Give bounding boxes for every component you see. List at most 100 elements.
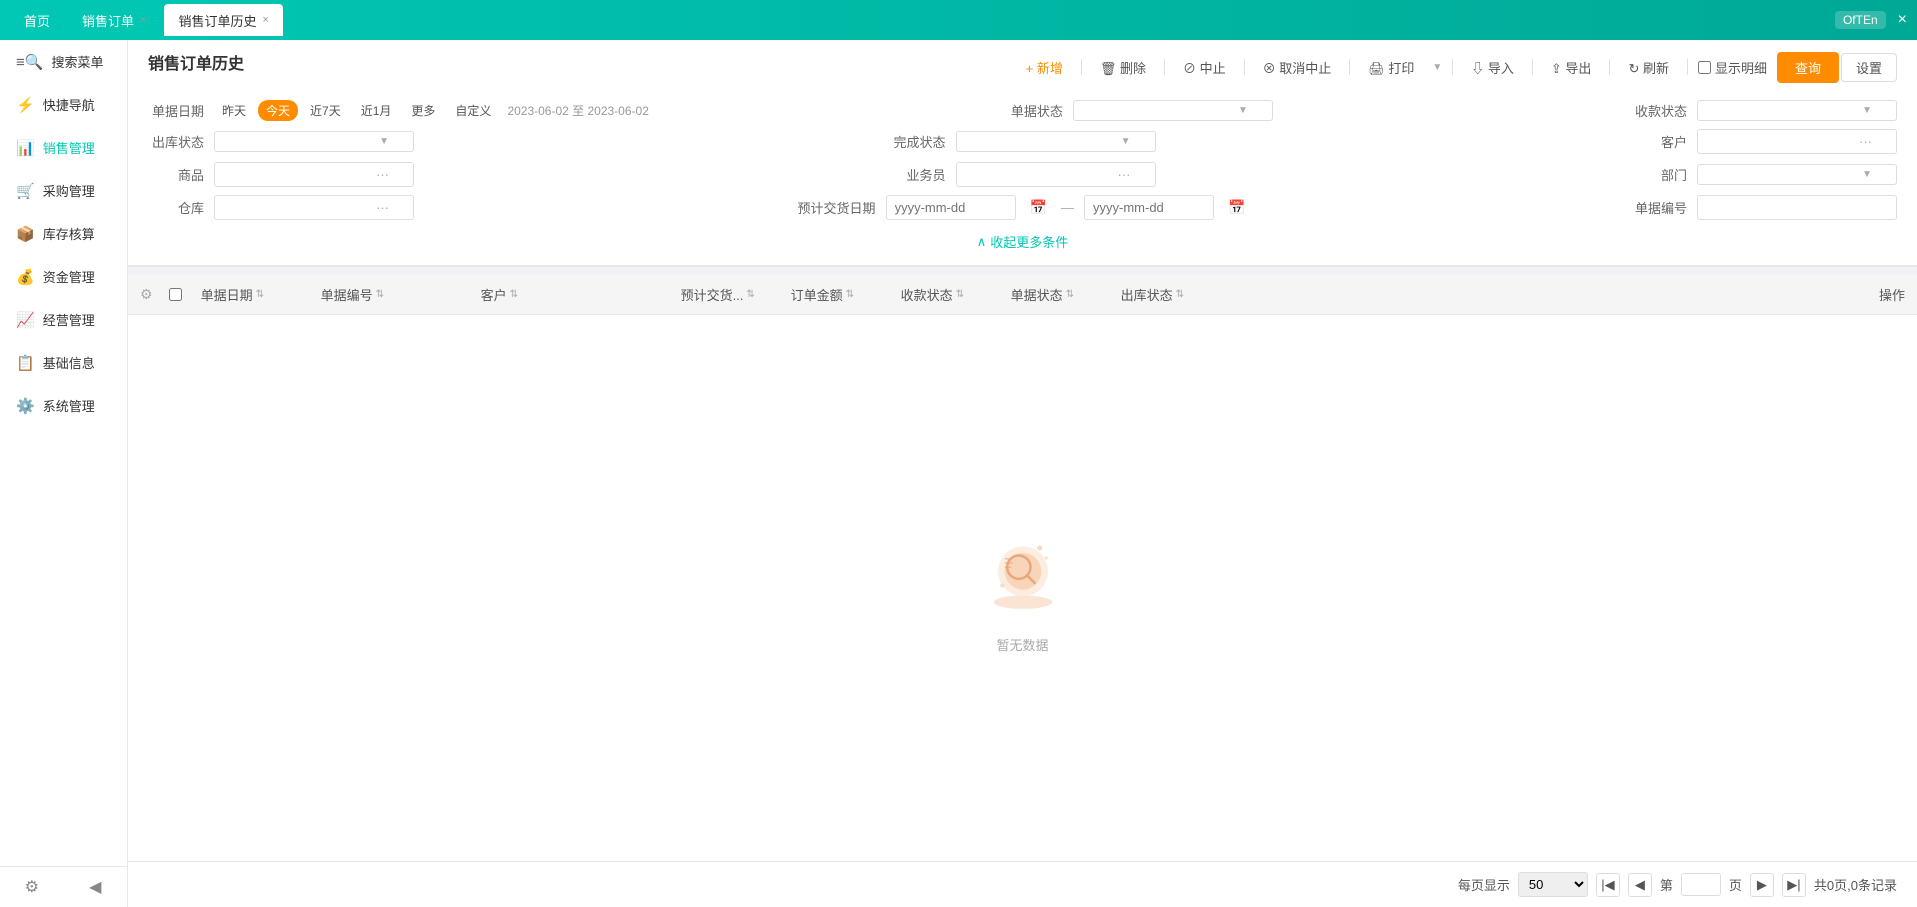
page-size-label: 每页显示 <box>1458 875 1510 894</box>
display-detail-checkbox[interactable]: 显示明细 <box>1698 58 1767 77</box>
tab-sales-order[interactable]: 销售订单 × <box>68 4 160 36</box>
calendar-to-icon: 📅 <box>1224 199 1249 216</box>
th-order-status: 单据状态 ⇅ <box>1003 277 1113 312</box>
warehouse-label: 仓库 <box>148 198 204 217</box>
close-sales-order-tab[interactable]: × <box>140 14 146 26</box>
pay-status-label: 收款状态 <box>1631 101 1687 120</box>
sidebar-item-purchase-mgmt[interactable]: 🛒 采购管理 <box>0 169 127 212</box>
th-out-status: 出库状态 ⇅ <box>1113 277 1223 312</box>
tab-home[interactable]: 首页 <box>10 4 64 36</box>
out-status-caret: ▼ <box>379 136 389 147</box>
date-btn-1month[interactable]: 近1月 <box>353 100 400 121</box>
prev-page-button[interactable]: ◀ <box>1628 873 1652 897</box>
first-page-button[interactable]: |◀ <box>1596 873 1620 897</box>
page-number-input[interactable]: 1 <box>1681 873 1721 896</box>
close-history-tab[interactable]: × <box>262 14 268 26</box>
stop-button[interactable]: ⊘ 中止 <box>1175 54 1234 81</box>
sidebar-item-operations[interactable]: 📈 经营管理 <box>0 298 127 341</box>
sidebar: ≡🔍 搜索菜单 ⚡ 快捷导航 📊 销售管理 🛒 采购管理 📦 库存核算 💰 资金… <box>0 40 128 907</box>
out-status-select[interactable]: ▼ <box>214 131 414 152</box>
pay-status-caret: ▼ <box>1862 105 1872 116</box>
export-button[interactable]: ⇪ 导出 <box>1543 54 1600 81</box>
toolbar: + 新增 🗑 删除 ⊘ 中止 ⊗ 取消中止 🖨 打印 ▼ ⇩ 导入 ⇪ 导出 ↻ <box>1018 52 1897 83</box>
out-status-label: 出库状态 <box>148 132 204 151</box>
sidebar-item-finance[interactable]: 💰 资金管理 <box>0 255 127 298</box>
date-range-text: 2023-06-02 至 2023-06-02 <box>507 102 648 119</box>
date-to-input[interactable] <box>1084 195 1214 220</box>
next-page-button[interactable]: ▶ <box>1750 873 1774 897</box>
search-menu-icon: ≡🔍 <box>16 53 43 71</box>
pay-status-select[interactable]: ▼ <box>1697 100 1897 121</box>
page-size-select[interactable]: 50 20 100 <box>1518 872 1588 897</box>
sort-date-icon[interactable]: ⇅ <box>256 289 264 300</box>
th-amount: 订单金额 ⇅ <box>783 277 893 312</box>
sidebar-collapse-button[interactable]: ◀ <box>64 867 128 907</box>
goods-input[interactable]: ··· <box>214 162 414 187</box>
sidebar-item-quick-nav[interactable]: ⚡ 快捷导航 <box>0 83 127 126</box>
sort-customer-icon[interactable]: ⇅ <box>510 289 518 300</box>
empty-icon <box>973 523 1073 623</box>
filter-row-3: 商品 ··· 业务员 ··· 部门 ▼ <box>148 162 1897 187</box>
table-area: ⚙ 单据日期 ⇅ 单据编号 ⇅ 客户 ⇅ 预计交货... <box>128 275 1917 861</box>
salesperson-input[interactable]: ··· <box>956 162 1156 187</box>
th-customer: 客户 ⇅ <box>473 277 673 312</box>
refresh-button[interactable]: ↻ 刷新 <box>1620 54 1677 81</box>
sort-delivery-icon[interactable]: ⇅ <box>746 289 754 300</box>
collapse-more-button[interactable]: ∧ 收起更多条件 <box>148 228 1897 255</box>
table-header: ⚙ 单据日期 ⇅ 单据编号 ⇅ 客户 ⇅ 预计交货... <box>128 275 1917 315</box>
date-buttons-group: 昨天 今天 近7天 近1月 更多 自定义 2023-06-02 至 2023-0… <box>214 100 649 121</box>
collapse-icon: ∧ <box>977 234 987 250</box>
date-btn-custom[interactable]: 自定义 <box>447 100 499 121</box>
sidebar-item-base-info[interactable]: 📋 基础信息 <box>0 341 127 384</box>
filter-row-4: 仓库 ··· 预计交货日期 📅 — 📅 单据编号 <box>148 195 1897 220</box>
purchase-mgmt-icon: 🛒 <box>16 182 35 200</box>
pagination: 每页显示 50 20 100 |◀ ◀ 第 1 页 ▶ ▶| 共0页,0条记录 <box>128 861 1917 907</box>
calendar-from-icon: 📅 <box>1026 199 1051 216</box>
date-from-input[interactable] <box>886 195 1016 220</box>
sidebar-item-sys-mgmt[interactable]: ⚙️ 系统管理 <box>0 384 127 427</box>
cancel-button[interactable]: ⊗ 取消中止 <box>1255 54 1340 81</box>
sidebar-settings-button[interactable]: ⚙ <box>0 867 64 907</box>
topbar-close-button[interactable]: × <box>1898 11 1907 29</box>
date-btn-more[interactable]: 更多 <box>403 100 443 121</box>
import-button[interactable]: ⇩ 导入 <box>1463 54 1522 81</box>
delete-button[interactable]: 🗑 删除 <box>1092 54 1154 81</box>
filter-row-2: 出库状态 ▼ 完成状态 ▼ 客户 ··· <box>148 129 1897 154</box>
warehouse-input[interactable]: ··· <box>214 195 414 220</box>
order-no-input[interactable] <box>1697 195 1897 220</box>
sidebar-item-sales-mgmt[interactable]: 📊 销售管理 <box>0 126 127 169</box>
dept-select[interactable]: ▼ <box>1697 164 1897 185</box>
select-all-checkbox[interactable] <box>169 288 182 301</box>
order-status-select[interactable]: ▼ <box>1073 100 1273 121</box>
sidebar-bottom: ⚙ ◀ <box>0 866 127 907</box>
sidebar-item-search-menu[interactable]: ≡🔍 搜索菜单 <box>0 40 127 83</box>
date-btn-yesterday[interactable]: 昨天 <box>214 100 254 121</box>
quick-nav-icon: ⚡ <box>16 96 35 114</box>
last-page-button[interactable]: ▶| <box>1782 873 1806 897</box>
sort-num-icon[interactable]: ⇅ <box>376 289 384 300</box>
complete-status-select[interactable]: ▼ <box>956 131 1156 152</box>
complete-status-caret: ▼ <box>1121 136 1131 147</box>
sales-mgmt-icon: 📊 <box>16 139 35 157</box>
sort-amount-icon[interactable]: ⇅ <box>846 289 854 300</box>
customer-input[interactable]: ··· <box>1697 129 1897 154</box>
th-checkbox[interactable] <box>161 280 193 309</box>
page-title: 销售订单历史 <box>148 50 244 74</box>
sidebar-item-inventory[interactable]: 📦 库存核算 <box>0 212 127 255</box>
order-no-label: 单据编号 <box>1631 198 1687 217</box>
date-btn-7days[interactable]: 近7天 <box>302 100 349 121</box>
th-delivery: 预计交货... ⇅ <box>673 277 783 312</box>
often-label[interactable]: OfTEn <box>1835 11 1886 29</box>
query-button[interactable]: 查询 <box>1777 52 1839 83</box>
tab-sales-order-history[interactable]: 销售订单历史 × <box>164 4 282 36</box>
total-records-text: 共0页,0条记录 <box>1814 875 1897 894</box>
set-button[interactable]: 设置 <box>1841 53 1897 82</box>
th-gear[interactable]: ⚙ <box>132 278 161 311</box>
sort-pay-status-icon[interactable]: ⇅ <box>956 289 964 300</box>
sort-out-status-icon[interactable]: ⇅ <box>1176 289 1184 300</box>
date-btn-today[interactable]: 今天 <box>258 100 298 121</box>
sort-order-status-icon[interactable]: ⇅ <box>1066 289 1074 300</box>
goods-label: 商品 <box>148 165 204 184</box>
print-button[interactable]: 🖨 打印 <box>1360 54 1422 81</box>
new-button[interactable]: + 新增 <box>1018 54 1071 81</box>
